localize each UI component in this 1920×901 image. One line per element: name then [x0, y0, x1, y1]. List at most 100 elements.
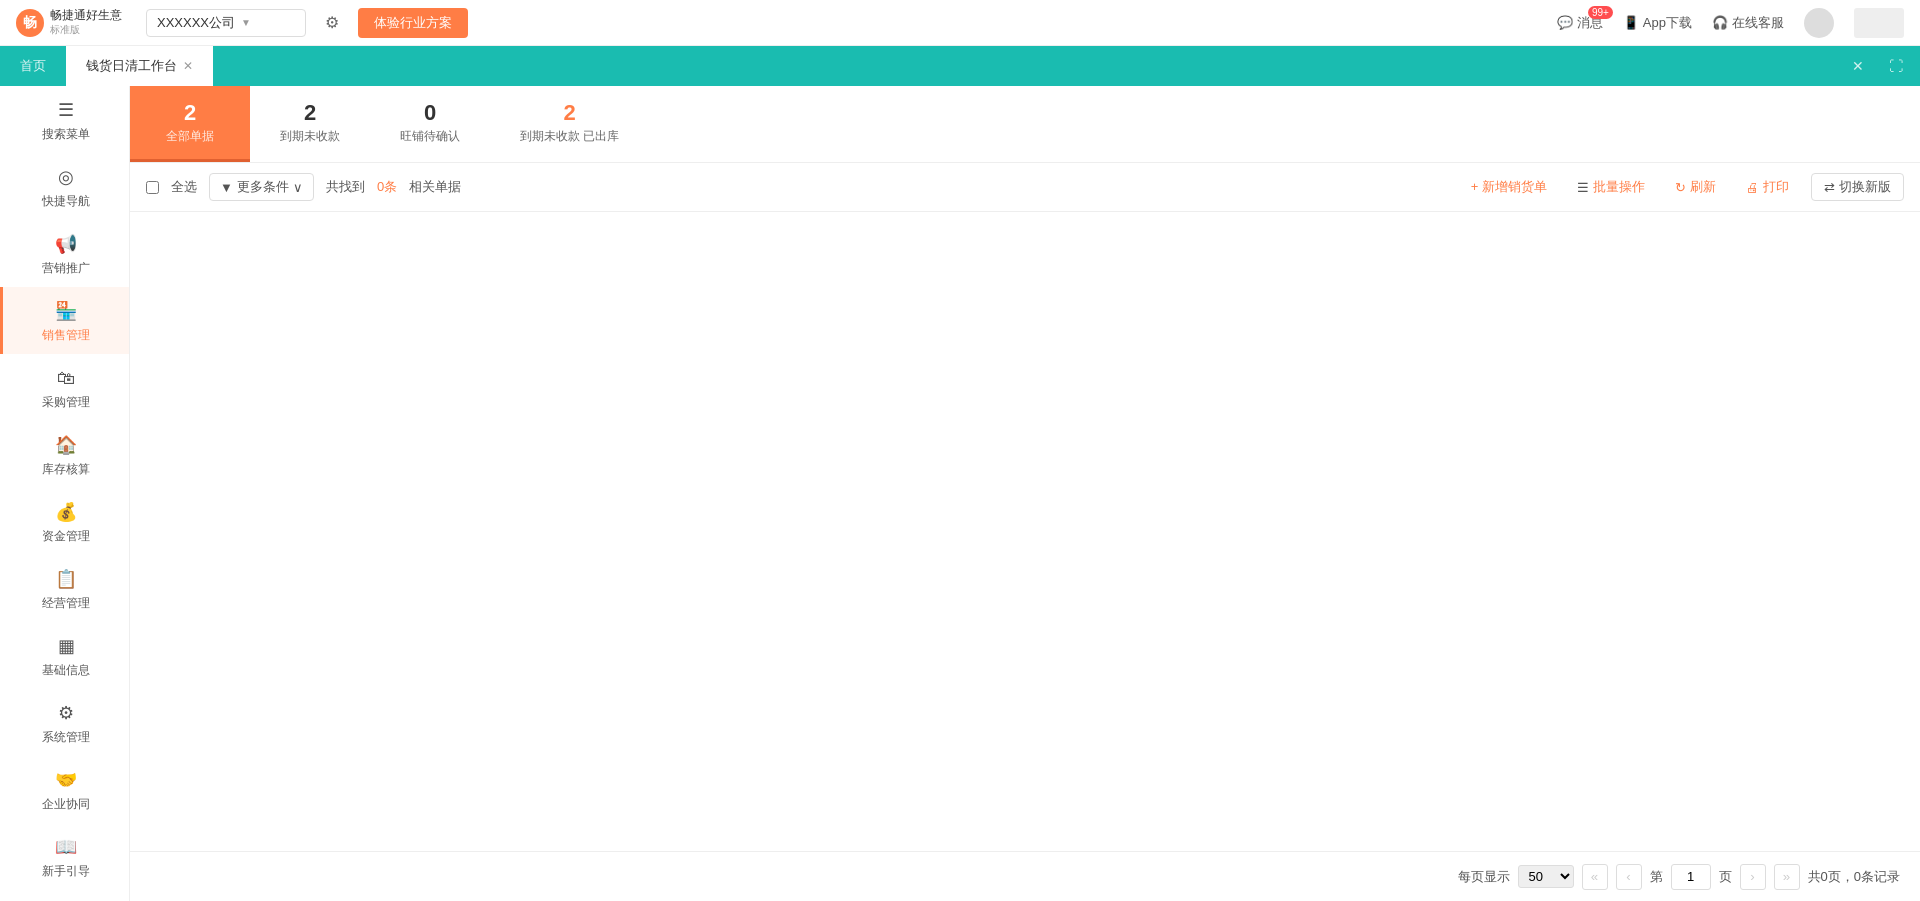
system-icon: ⚙: [54, 701, 78, 725]
sidebar-item-sales-label: 销售管理: [42, 327, 90, 344]
page-number-input[interactable]: [1671, 864, 1711, 890]
print-label: 打印: [1763, 178, 1789, 196]
stat-overdue-number: 2: [304, 100, 316, 126]
sidebar-item-cooperation[interactable]: 🤝 企业协同: [0, 756, 129, 823]
quick-nav-icon: ◎: [54, 165, 78, 189]
operations-icon: 📋: [54, 567, 78, 591]
tab-home-label: 首页: [20, 57, 46, 75]
stat-all-label: 全部单据: [166, 128, 214, 145]
sidebar-item-operations[interactable]: 📋 经营管理: [0, 555, 129, 622]
add-sales-order-btn[interactable]: + 新增销货单: [1463, 174, 1555, 200]
more-filter-btn[interactable]: ▼ 更多条件 ∨: [209, 173, 314, 201]
filter-icon: ▼: [220, 180, 233, 195]
sidebar-item-quick-nav[interactable]: ◎ 快捷导航: [0, 153, 129, 220]
message-badge: 99+: [1588, 6, 1613, 19]
company-selector[interactable]: XXXXXX公司 ▼: [146, 9, 306, 37]
refresh-label: 刷新: [1690, 178, 1716, 196]
select-all-checkbox[interactable]: [146, 181, 159, 194]
experience-btn[interactable]: 体验行业方案: [358, 8, 468, 38]
printer-icon: 🖨: [1746, 180, 1759, 195]
total-records-label: 共0页，0条记录: [1808, 868, 1900, 886]
add-icon: + 新增销货单: [1471, 178, 1547, 196]
batch-label: 批量操作: [1593, 178, 1645, 196]
sidebar-item-search-menu[interactable]: ☰ 搜索菜单: [0, 86, 129, 153]
stat-all-number: 2: [184, 100, 196, 126]
prev-page-btn[interactable]: ‹: [1616, 864, 1642, 890]
maximize-window-btn[interactable]: ⛶: [1882, 52, 1910, 80]
switch-version-btn[interactable]: ⇄ 切换新版: [1811, 173, 1904, 201]
sidebar-item-sales[interactable]: 🏪 销售管理: [0, 287, 129, 354]
message-btn[interactable]: 💬 消息 99+: [1557, 14, 1603, 32]
tab-bar: 首页 钱货日清工作台 ✕ ✕ ⛶: [0, 46, 1920, 86]
tab-work-platform[interactable]: 钱货日清工作台 ✕: [66, 46, 213, 86]
sidebar-item-quick-nav-label: 快捷导航: [42, 193, 90, 210]
avatar[interactable]: [1804, 8, 1834, 38]
sidebar-item-marketing-label: 营销推广: [42, 260, 90, 277]
stat-card-overdue[interactable]: 2 到期未收款: [250, 86, 370, 162]
page-suffix: 页: [1719, 868, 1732, 886]
page-label: 第: [1650, 868, 1663, 886]
content-area: 2 全部单据 2 到期未收款 0 旺铺待确认 2 到期未收款 已出库 全选 ▼ …: [130, 86, 1920, 901]
header-right: 💬 消息 99+ 📱 App下载 🎧 在线客服: [1557, 8, 1904, 38]
refresh-icon: ↻: [1675, 180, 1686, 195]
tab-work-platform-label: 钱货日清工作台: [86, 57, 177, 75]
company-name: XXXXXX公司: [157, 14, 235, 32]
sales-icon: 🏪: [54, 299, 78, 323]
logo-area: 畅 畅捷通好生意 标准版: [16, 8, 146, 38]
stats-row: 2 全部单据 2 到期未收款 0 旺铺待确认 2 到期未收款 已出库: [130, 86, 1920, 163]
sidebar-item-system[interactable]: ⚙ 系统管理: [0, 689, 129, 756]
app-badge: 标准版: [50, 23, 122, 37]
tab-bar-actions: ✕ ⛶: [1844, 52, 1920, 80]
app-download-label: App下载: [1643, 14, 1692, 32]
user-name[interactable]: [1854, 8, 1904, 38]
batch-operations-btn[interactable]: ☰ 批量操作: [1569, 174, 1653, 200]
sidebar-item-marketing[interactable]: 📢 营销推广: [0, 220, 129, 287]
refresh-btn[interactable]: ↻ 刷新: [1667, 174, 1724, 200]
stat-card-all[interactable]: 2 全部单据: [130, 86, 250, 162]
print-btn[interactable]: 🖨 打印: [1738, 174, 1797, 200]
headset-icon: 🎧: [1712, 15, 1728, 30]
table-area: [130, 212, 1920, 851]
stat-shipped-label: 到期未收款 已出库: [520, 128, 619, 145]
sidebar-item-guide[interactable]: 📖 新手引导: [0, 823, 129, 890]
online-service-label: 在线客服: [1732, 14, 1784, 32]
last-page-btn[interactable]: »: [1774, 864, 1800, 890]
app-download-btn[interactable]: 📱 App下载: [1623, 14, 1692, 32]
next-page-btn[interactable]: ›: [1740, 864, 1766, 890]
more-filter-label: 更多条件: [237, 178, 289, 196]
cooperation-icon: 🤝: [54, 768, 78, 792]
sidebar-item-app-center[interactable]: 📦 应用中心: [0, 890, 129, 901]
stat-card-pending[interactable]: 0 旺铺待确认: [370, 86, 490, 162]
per-page-label: 每页显示: [1458, 868, 1510, 886]
toolbar-right: + 新增销货单 ☰ 批量操作 ↻ 刷新 🖨 打印 ⇄ 切换新版: [1463, 173, 1904, 201]
found-count: 0条: [377, 178, 397, 196]
pagination-bar: 每页显示 50 10 20 100 « ‹ 第 页 › » 共0页，0条记录: [130, 851, 1920, 901]
sidebar-item-inventory[interactable]: 🏠 库存核算: [0, 421, 129, 488]
per-page-select[interactable]: 50 10 20 100: [1518, 865, 1574, 888]
company-selector-arrow: ▼: [241, 17, 251, 28]
close-window-btn[interactable]: ✕: [1844, 52, 1872, 80]
sidebar-item-finance[interactable]: 💰 资金管理: [0, 488, 129, 555]
inventory-icon: 🏠: [54, 433, 78, 457]
sidebar: ☰ 搜索菜单 ◎ 快捷导航 📢 营销推广 🏪 销售管理 🛍 采购管理 🏠 库存核…: [0, 86, 130, 901]
filter-arrow: ∨: [293, 180, 303, 195]
sidebar-item-basic-info[interactable]: ▦ 基础信息: [0, 622, 129, 689]
switch-label: 切换新版: [1839, 178, 1891, 196]
sidebar-item-basic-info-label: 基础信息: [42, 662, 90, 679]
logo-text-block: 畅捷通好生意 标准版: [50, 8, 122, 38]
online-service-btn[interactable]: 🎧 在线客服: [1712, 14, 1784, 32]
close-tab-icon[interactable]: ✕: [183, 59, 193, 73]
found-suffix: 相关单据: [409, 178, 461, 196]
settings-icon[interactable]: ⚙: [316, 7, 348, 39]
tab-home[interactable]: 首页: [0, 46, 66, 86]
purchase-icon: 🛍: [54, 366, 78, 390]
sidebar-item-operations-label: 经营管理: [42, 595, 90, 612]
stat-shipped-number: 2: [564, 100, 576, 126]
sidebar-item-guide-label: 新手引导: [42, 863, 90, 880]
stat-card-shipped[interactable]: 2 到期未收款 已出库: [490, 86, 649, 162]
first-page-btn[interactable]: «: [1582, 864, 1608, 890]
sidebar-item-purchase[interactable]: 🛍 采购管理: [0, 354, 129, 421]
sidebar-item-system-label: 系统管理: [42, 729, 90, 746]
found-prefix: 共找到: [326, 178, 365, 196]
sidebar-item-search-menu-label: 搜索菜单: [42, 126, 90, 143]
